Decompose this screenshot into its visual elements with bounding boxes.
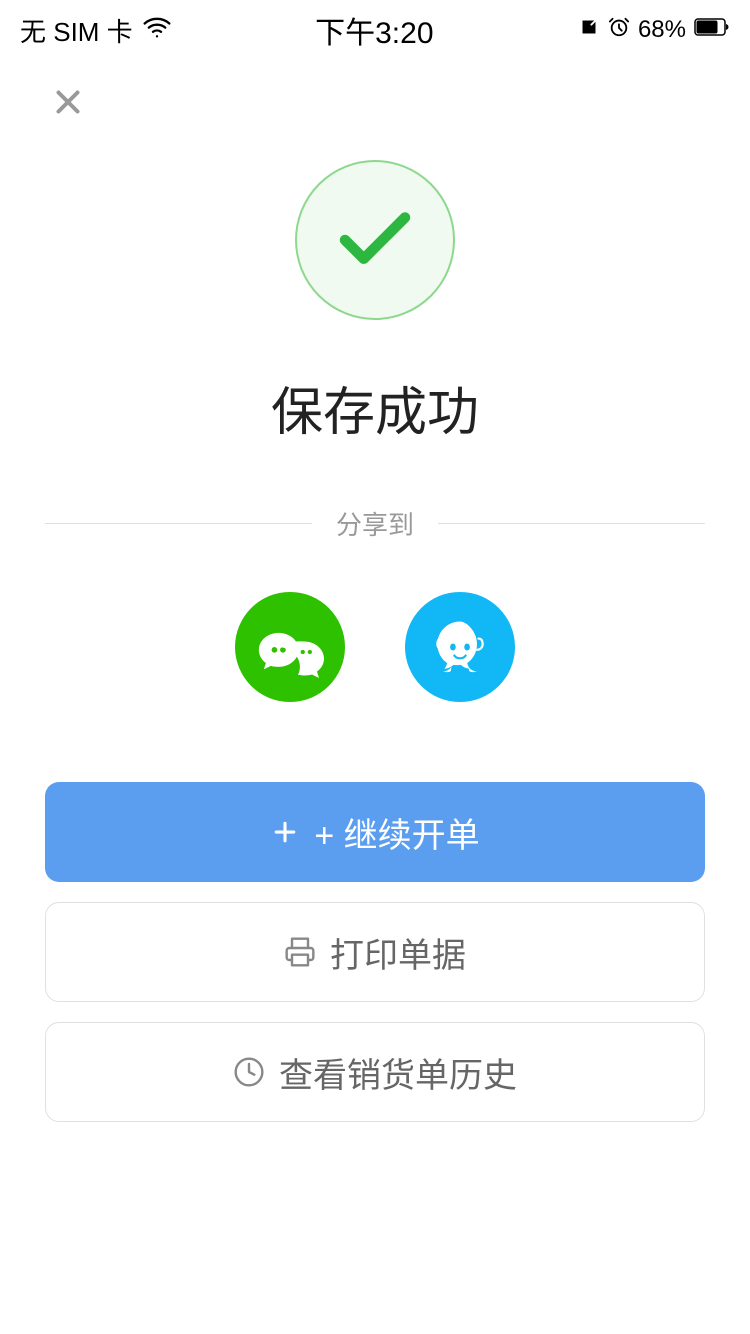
status-bar: 无 SIM 卡 下午3:20 68% xyxy=(0,0,750,60)
status-bar-time: 下午3:20 xyxy=(315,8,433,52)
no-sim-label: 无 SIM 卡 xyxy=(20,12,133,49)
share-icons-row xyxy=(235,592,515,702)
print-icon xyxy=(284,936,316,968)
qq-share-button[interactable] xyxy=(405,592,515,702)
share-label: 分享到 xyxy=(312,505,438,542)
alarm-icon xyxy=(608,16,630,45)
success-icon-circle xyxy=(295,160,455,320)
divider-line-left xyxy=(45,523,312,524)
print-button[interactable]: 打印单据 xyxy=(45,902,705,1002)
battery-percent: 68% xyxy=(638,16,686,44)
share-divider: 分享到 xyxy=(45,505,705,542)
view-history-button[interactable]: 查看销货单历史 xyxy=(45,1022,705,1122)
success-title: 保存成功 xyxy=(271,370,479,445)
status-bar-right: 68% xyxy=(578,16,730,45)
status-bar-left: 无 SIM 卡 xyxy=(20,12,171,49)
wifi-icon xyxy=(143,13,171,48)
battery-icon xyxy=(694,16,730,44)
continue-order-label: + 继续开单 xyxy=(314,808,479,857)
history-label: 查看销货单历史 xyxy=(279,1048,517,1097)
wechat-share-button[interactable] xyxy=(235,592,345,702)
continue-order-button[interactable]: + 继续开单 xyxy=(45,782,705,882)
history-icon xyxy=(233,1056,265,1088)
location-icon xyxy=(578,16,600,45)
main-content: 保存成功 分享到 xyxy=(0,60,750,1122)
plus-icon xyxy=(270,817,300,847)
divider-line-right xyxy=(438,523,705,524)
print-label: 打印单据 xyxy=(330,928,466,977)
close-button[interactable] xyxy=(40,74,96,130)
action-buttons: + 继续开单 打印单据 查看销货单历史 xyxy=(45,782,705,1122)
